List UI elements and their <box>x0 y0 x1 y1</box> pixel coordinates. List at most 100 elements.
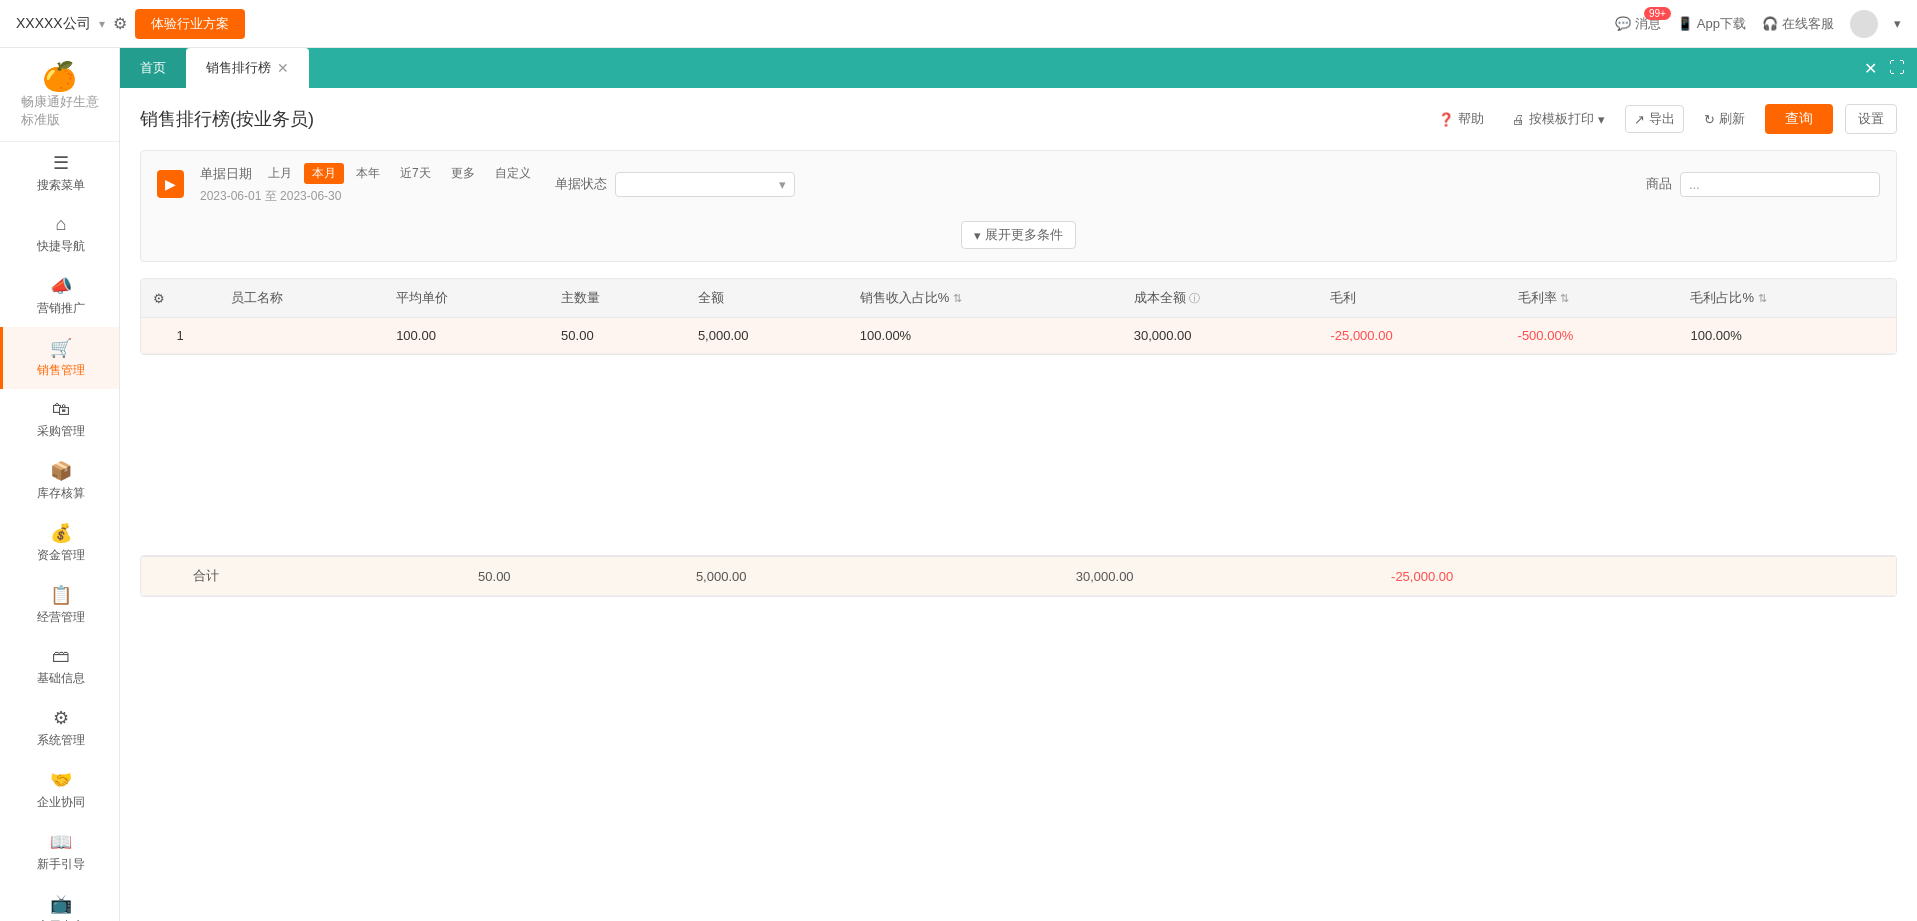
footer-table: 合计 50.00 5,000.00 30,000.00 -25,000.00 <box>141 556 1896 596</box>
custom-date-btn[interactable]: 自定义 <box>487 163 539 184</box>
profit-ratio-sort-icon[interactable]: ⇅ <box>1758 292 1767 304</box>
sidebar-item-inventory[interactable]: 📦 库存核算 <box>0 450 119 512</box>
online-service-button[interactable]: 🎧 在线客服 <box>1762 15 1834 33</box>
cell-profit: -25,000.00 <box>1318 318 1505 354</box>
sidebar-label-sales: 销售管理 <box>37 362 85 379</box>
filter-row: ▶ 单据日期 上月 本月 本年 近7天 更多 <box>157 163 1880 205</box>
footer-cell-icon <box>141 557 181 596</box>
goods-filter-group: 商品 ... <box>1646 172 1880 197</box>
goods-placeholder: ... <box>1689 177 1700 192</box>
footer-quantity: 50.00 <box>466 557 684 596</box>
sidebar-item-quick-nav[interactable]: ⌂ 快捷导航 <box>0 204 119 265</box>
sidebar-item-app-center[interactable]: 📺 应用中心 <box>0 883 119 921</box>
sidebar-label-inventory: 库存核算 <box>37 485 85 502</box>
trial-button[interactable]: 体验行业方案 <box>135 9 245 39</box>
last-7-days-btn[interactable]: 近7天 <box>392 163 439 184</box>
sidebar-item-marketing[interactable]: 📣 营销推广 <box>0 265 119 327</box>
cell-cost: 30,000.00 <box>1122 318 1319 354</box>
message-badge: 99+ <box>1644 7 1671 20</box>
tab-sales-rank[interactable]: 销售排行榜 ✕ <box>186 48 309 88</box>
top-settings-icon[interactable]: ⚙ <box>113 14 127 33</box>
expand-window-icon[interactable]: ⛶ <box>1889 59 1905 77</box>
inventory-icon: 📦 <box>50 460 72 482</box>
expand-filters-button[interactable]: ▾ 展开更多条件 <box>961 221 1076 249</box>
headset-icon: 🎧 <box>1762 16 1778 31</box>
sidebar-item-guide[interactable]: 📖 新手引导 <box>0 821 119 883</box>
last-month-btn[interactable]: 上月 <box>260 163 300 184</box>
chevron-down-icon: ▾ <box>1894 16 1901 31</box>
help-icon: ❓ <box>1438 112 1454 127</box>
cell-avg-price: 100.00 <box>384 318 549 354</box>
sidebar-label-purchase: 采购管理 <box>37 423 85 440</box>
tab-home[interactable]: 首页 <box>120 48 186 88</box>
app-download-button[interactable]: 📱 App下载 <box>1677 15 1746 33</box>
cell-rank: 1 <box>141 318 219 354</box>
sidebar-item-system[interactable]: ⚙ 系统管理 <box>0 697 119 759</box>
refresh-icon: ↻ <box>1704 112 1715 127</box>
tab-bar: 首页 销售排行榜 ✕ ✕ ⛶ <box>120 48 1917 88</box>
th-quantity: 主数量 <box>549 279 686 318</box>
user-dropdown[interactable]: ▾ <box>1894 16 1901 31</box>
goods-input[interactable]: ... <box>1680 172 1880 197</box>
help-button[interactable]: ❓ 帮助 <box>1430 106 1492 132</box>
expand-row: ▾ 展开更多条件 <box>157 213 1880 249</box>
status-select[interactable]: ▾ <box>615 172 795 197</box>
sidebar-item-operations[interactable]: 📋 经营管理 <box>0 574 119 636</box>
sidebar-label-finance: 资金管理 <box>37 547 85 564</box>
query-button[interactable]: 查询 <box>1765 104 1833 134</box>
top-bar-left: XXXXX公司 ▾ ⚙ 体验行业方案 <box>16 9 1615 39</box>
filter-area: ▶ 单据日期 上月 本月 本年 近7天 更多 <box>140 150 1897 262</box>
settings-button[interactable]: 设置 <box>1845 104 1897 134</box>
cost-info-icon[interactable]: ⓘ <box>1189 292 1200 304</box>
sidebar: 🍊 畅康通好生意 标准版 ☰ 搜索菜单 ⌂ 快捷导航 📣 营销推广 🛒 销售管理… <box>0 48 120 921</box>
data-table: ⚙ 员工名称 平均单价 主数量 全额 销售收入占比% ⇅ <box>141 279 1896 354</box>
date-range: 2023-06-01 至 2023-06-30 <box>200 188 539 205</box>
current-month-btn[interactable]: 本月 <box>304 163 344 184</box>
cell-name <box>219 318 384 354</box>
company-name: XXXXX公司 <box>16 15 91 33</box>
current-year-btn[interactable]: 本年 <box>348 163 388 184</box>
sidebar-item-purchase[interactable]: 🛍 采购管理 <box>0 389 119 450</box>
company-dropdown-icon[interactable]: ▾ <box>99 17 105 31</box>
table-footer: 合计 50.00 5,000.00 30,000.00 -25,000.00 <box>140 555 1897 597</box>
more-dates-btn[interactable]: 更多 <box>443 163 483 184</box>
app-download-icon: 📱 <box>1677 16 1693 31</box>
filter-collapse-btn[interactable]: ▶ <box>157 170 184 198</box>
empty-space <box>140 355 1897 555</box>
sidebar-item-sales[interactable]: 🛒 销售管理 <box>0 327 119 389</box>
finance-icon: 💰 <box>50 522 72 544</box>
goods-label: 商品 <box>1646 175 1672 193</box>
table-settings-icon: ⚙ <box>153 291 165 306</box>
sidebar-item-base-info[interactable]: 🗃 基础信息 <box>0 636 119 697</box>
sidebar-item-finance[interactable]: 💰 资金管理 <box>0 512 119 574</box>
table-container: ⚙ 员工名称 平均单价 主数量 全额 销售收入占比% ⇅ <box>140 278 1897 355</box>
status-select-chevron: ▾ <box>779 177 786 192</box>
tab-close-icon[interactable]: ✕ <box>277 60 289 76</box>
profit-rate-sort-icon[interactable]: ⇅ <box>1560 292 1569 304</box>
close-window-icon[interactable]: ✕ <box>1864 59 1877 78</box>
message-button[interactable]: 💬 消息 99+ <box>1615 15 1661 33</box>
table-header-row: ⚙ 员工名称 平均单价 主数量 全额 销售收入占比% ⇅ <box>141 279 1896 318</box>
marketing-icon: 📣 <box>50 275 72 297</box>
th-sales-ratio: 销售收入占比% ⇅ <box>848 279 1122 318</box>
export-button[interactable]: ↗ 导出 <box>1625 105 1684 133</box>
operations-icon: 📋 <box>50 584 72 606</box>
guide-icon: 📖 <box>50 831 72 853</box>
home-tab-label: 首页 <box>140 59 166 77</box>
th-settings[interactable]: ⚙ <box>141 279 219 318</box>
template-print-button[interactable]: 🖨 按模板打印 ▾ <box>1504 106 1613 132</box>
th-profit: 毛利 <box>1318 279 1505 318</box>
sidebar-item-enterprise[interactable]: 🤝 企业协同 <box>0 759 119 821</box>
th-avg-price: 平均单价 <box>384 279 549 318</box>
sidebar-label-marketing: 营销推广 <box>37 300 85 317</box>
sales-ratio-sort-icon[interactable]: ⇅ <box>953 292 962 304</box>
app-center-icon: 📺 <box>50 893 72 915</box>
home-icon: ⌂ <box>56 214 67 235</box>
page-actions: ❓ 帮助 🖨 按模板打印 ▾ ↗ 导出 ↻ <box>1430 104 1897 134</box>
avatar[interactable] <box>1850 10 1878 38</box>
print-icon: 🖨 <box>1512 112 1525 127</box>
refresh-button[interactable]: ↻ 刷新 <box>1696 106 1753 132</box>
page-title: 销售排行榜(按业务员) <box>140 107 314 131</box>
sidebar-item-search-orders[interactable]: ☰ 搜索菜单 <box>0 142 119 204</box>
sidebar-label-operations: 经营管理 <box>37 609 85 626</box>
